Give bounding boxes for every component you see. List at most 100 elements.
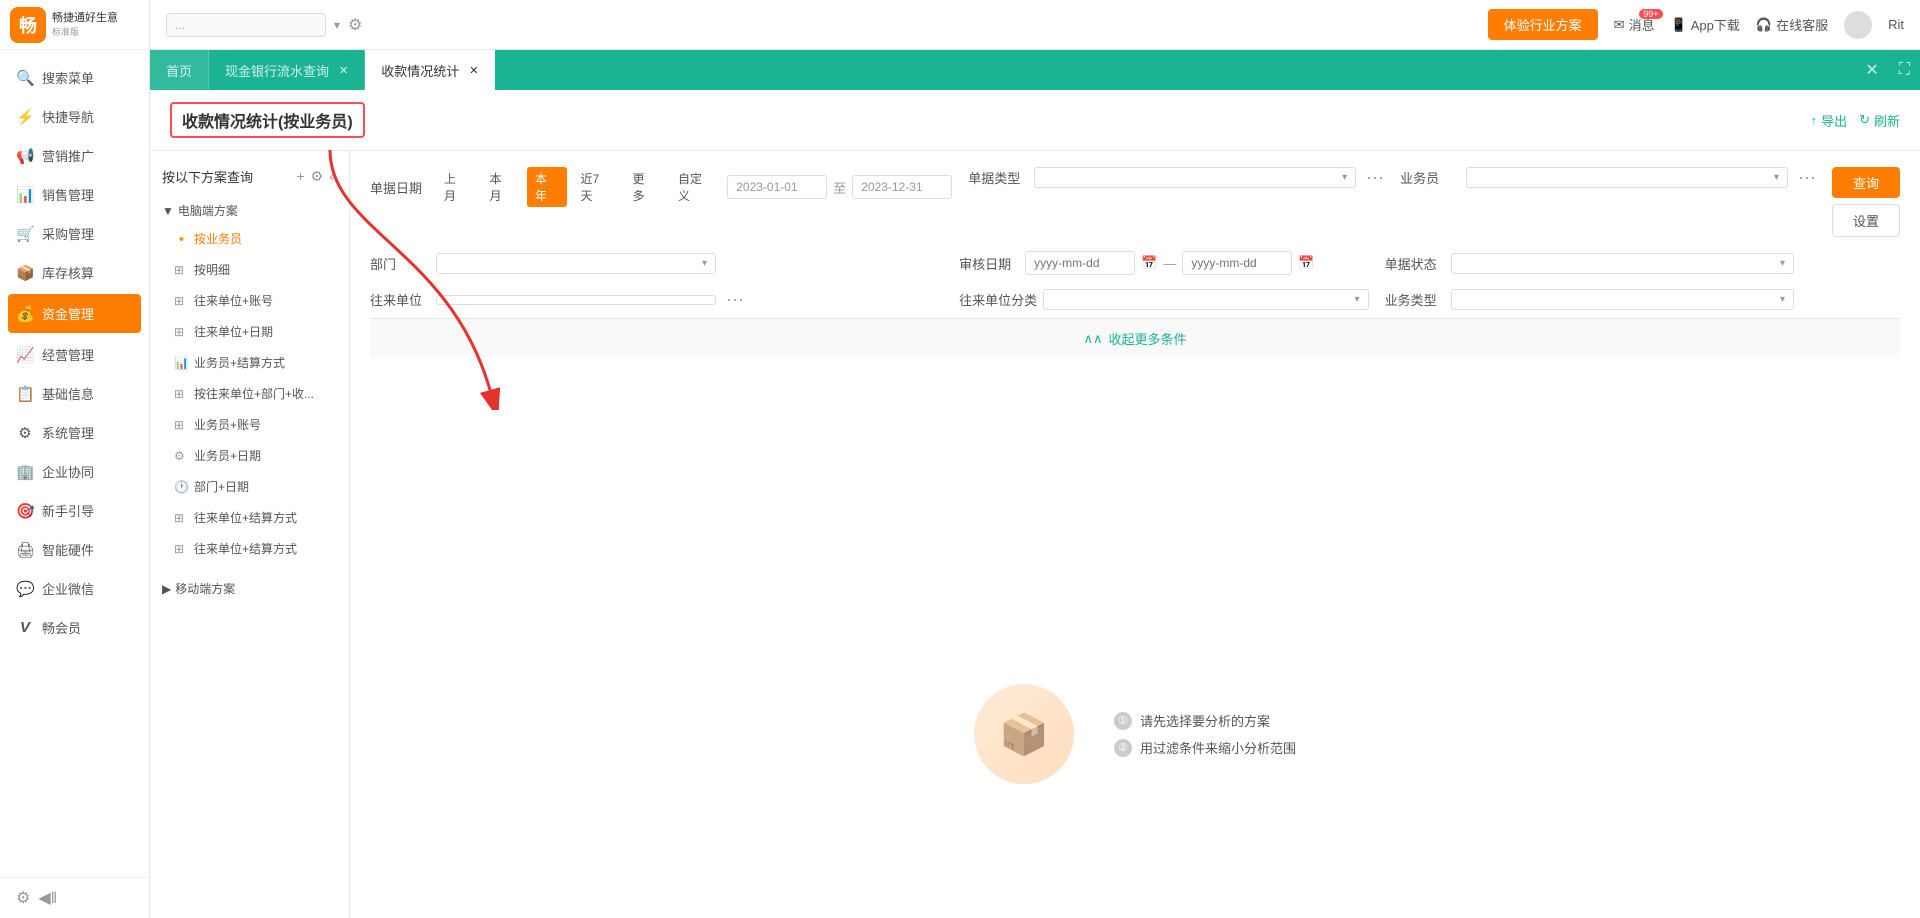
partner-select[interactable] — [436, 295, 716, 305]
search-menu-icon: 🔍 — [16, 69, 34, 87]
scheme-item-unit-method2[interactable]: ⊞ 往来单位+结算方式 — [150, 533, 349, 564]
unit-dept-icon: ⊞ — [174, 387, 188, 401]
biztype-select[interactable]: ▾ — [1451, 289, 1794, 310]
sidebar-item-member[interactable]: V 畅会员 — [0, 608, 149, 647]
sidebar-item-quicknav[interactable]: ⚡ 快捷导航 — [0, 97, 149, 136]
online-service-label: 在线客服 — [1776, 15, 1828, 34]
user-avatar[interactable] — [1844, 11, 1872, 39]
sidebar-item-label: 销售管理 — [42, 185, 94, 204]
mobile-scheme-section: ▶ 移动端方案 — [150, 570, 349, 607]
sidebar-item-inventory[interactable]: 📦 库存核算 — [0, 253, 149, 292]
sidebar-item-search[interactable]: 🔍 搜索菜单 — [0, 58, 149, 97]
date-end-input[interactable] — [852, 175, 952, 199]
docstatus-select[interactable]: ▾ — [1451, 253, 1794, 274]
reviewdate-start-calendar-icon[interactable]: 📅 — [1141, 255, 1157, 271]
sidebar-collapse-icon[interactable]: ◀‖ — [38, 888, 57, 908]
doctype-select[interactable]: ▾ — [1034, 167, 1356, 188]
scheme-item-unit-account[interactable]: ⊞ 往来单位+账号 — [150, 285, 349, 316]
scheme-collapse-icon[interactable]: « — [329, 168, 337, 185]
scheme-item-salesperson-date[interactable]: ⚙ 业务员+日期 — [150, 440, 349, 471]
scheme-item-by-detail[interactable]: ⊞ 按明细 — [150, 254, 349, 285]
unit-method2-icon: ⊞ — [174, 542, 188, 556]
date-tab-lastmonth[interactable]: 上月 — [436, 167, 476, 207]
header-gear-icon[interactable]: ⚙ — [348, 15, 362, 35]
date-tab-more[interactable]: 更多 — [625, 167, 665, 207]
tab-bank-flow-close[interactable]: ✕ — [339, 64, 348, 77]
sidebar-item-smarthw[interactable]: 🖨 智能硬件 — [0, 530, 149, 569]
inventory-icon: 📦 — [16, 264, 34, 282]
sidebar-item-system[interactable]: ⚙ 系统管理 — [0, 413, 149, 452]
partner-more-icon[interactable]: ··· — [726, 289, 744, 310]
biztype-filter-group: 业务类型 ▾ — [1385, 289, 1794, 310]
dept-select[interactable]: ▾ — [436, 253, 716, 274]
logo-area: 畅 畅捷通好生意 标准版 — [0, 0, 149, 50]
sidebar-item-marketing[interactable]: 📢 营销推广 — [0, 136, 149, 175]
date-tab-thisyear[interactable]: 本年 — [527, 167, 567, 207]
tab-home[interactable]: 首页 — [150, 50, 209, 90]
query-button[interactable]: 查询 — [1832, 167, 1900, 198]
reviewdate-filter-group: 审核日期 📅 — 📅 — [959, 251, 1368, 275]
doctype-dropdown-arrow: ▾ — [1342, 172, 1347, 183]
sidebar-item-wechat[interactable]: 💬 企业微信 — [0, 569, 149, 608]
sidebar-settings-icon[interactable]: ⚙ — [16, 888, 30, 908]
doctype-more-icon[interactable]: ··· — [1366, 167, 1384, 188]
refresh-button[interactable]: ↻ 刷新 — [1859, 111, 1900, 130]
sidebar-item-enterprise[interactable]: 🏢 企业协同 — [0, 452, 149, 491]
partner-category-label: 往来单位分类 — [959, 290, 1037, 309]
notification-area[interactable]: ✉ 消息 99+ — [1614, 15, 1655, 34]
desktop-section-title[interactable]: ▼ 电脑端方案 — [150, 198, 349, 223]
scheme-item-by-salesperson[interactable]: 🔸 按业务员 — [150, 223, 349, 254]
sidebar-item-operation[interactable]: 📈 经营管理 — [0, 335, 149, 374]
scheme-item-unit-dept[interactable]: ⊞ 按往来单位+部门+收... — [150, 378, 349, 409]
scheme-item-dept-date[interactable]: 🕐 部门+日期 — [150, 471, 349, 502]
logo-icon: 畅 — [10, 7, 46, 43]
detail-icon: ⊞ — [174, 263, 188, 277]
reviewdate-start-input[interactable] — [1025, 251, 1135, 275]
desktop-section-label: 电脑端方案 — [178, 202, 238, 219]
tab-close-all-icon[interactable]: ✕ — [1855, 60, 1888, 80]
sidebar-item-finance[interactable]: 💰 资金管理 — [8, 294, 141, 333]
mobile-section-title[interactable]: ▶ 移动端方案 — [150, 576, 349, 601]
sidebar-item-label: 快捷导航 — [42, 107, 94, 126]
salesperson-label: 业务员 — [1400, 168, 1460, 187]
scheme-add-icon[interactable]: + — [296, 168, 304, 185]
reviewdate-end-input[interactable] — [1182, 251, 1292, 275]
tab-maximize-icon[interactable]: ⛶ — [1889, 61, 1920, 79]
salesperson-more-icon[interactable]: ··· — [1798, 167, 1816, 188]
sidebar-item-guide[interactable]: 🎯 新手引导 — [0, 491, 149, 530]
tab-receivable-stats[interactable]: 收款情况统计 ✕ — [365, 50, 495, 90]
online-service-btn[interactable]: 🎧 在线客服 — [1756, 15, 1828, 34]
trial-button[interactable]: 体验行业方案 — [1488, 9, 1598, 40]
scheme-settings-icon[interactable]: ⚙ — [311, 168, 324, 185]
breadcrumb-dropdown-icon[interactable]: ▾ — [334, 18, 340, 32]
tab-receivable-close[interactable]: ✕ — [469, 64, 478, 77]
date-tab-7days[interactable]: 近7天 — [573, 167, 619, 207]
tab-bank-flow[interactable]: 现金银行流水查询 ✕ — [209, 50, 365, 90]
sidebar-item-sales[interactable]: 📊 销售管理 — [0, 175, 149, 214]
date-to-label: 至 — [833, 178, 846, 197]
scheme-item-salesperson-account[interactable]: ⊞ 业务员+账号 — [150, 409, 349, 440]
filter-row-3: 往来单位 ··· 往来单位分类 ▾ — [370, 289, 1900, 310]
scheme-item-unit-date[interactable]: ⊞ 往来单位+日期 — [150, 316, 349, 347]
scheme-item-unit-method1[interactable]: ⊞ 往来单位+结算方式 — [150, 502, 349, 533]
collapse-bar[interactable]: ∧∧ 收起更多条件 — [370, 318, 1900, 358]
basicinfo-icon: 📋 — [16, 385, 34, 403]
date-tab-custom[interactable]: 自定义 — [670, 167, 721, 207]
tab-receivable-stats-label: 收款情况统计 — [381, 61, 459, 80]
scheme-item-label: 业务员+日期 — [194, 447, 261, 464]
sidebar-item-basicinfo[interactable]: 📋 基础信息 — [0, 374, 149, 413]
date-tab-thismonth[interactable]: 本月 — [482, 167, 522, 207]
reviewdate-end-calendar-icon[interactable]: 📅 — [1298, 255, 1314, 271]
scheme-item-salesperson-method[interactable]: 📊 业务员+结算方式 — [150, 347, 349, 378]
user-name: Rit — [1888, 17, 1904, 32]
page-title: 收款情况统计(按业务员) — [170, 102, 365, 138]
sidebar-item-purchase[interactable]: 🛒 采购管理 — [0, 214, 149, 253]
sidebar-item-label: 搜索菜单 — [42, 68, 94, 87]
app-download-btn[interactable]: 📱 App下载 — [1671, 15, 1740, 34]
breadcrumb-input[interactable] — [166, 13, 326, 37]
settings-button[interactable]: 设置 — [1832, 204, 1900, 237]
export-button[interactable]: ↑ 导出 — [1811, 111, 1848, 130]
salesperson-select[interactable]: ▾ — [1466, 167, 1788, 188]
date-start-input[interactable] — [727, 175, 827, 199]
partner-category-select[interactable]: ▾ — [1043, 289, 1368, 310]
